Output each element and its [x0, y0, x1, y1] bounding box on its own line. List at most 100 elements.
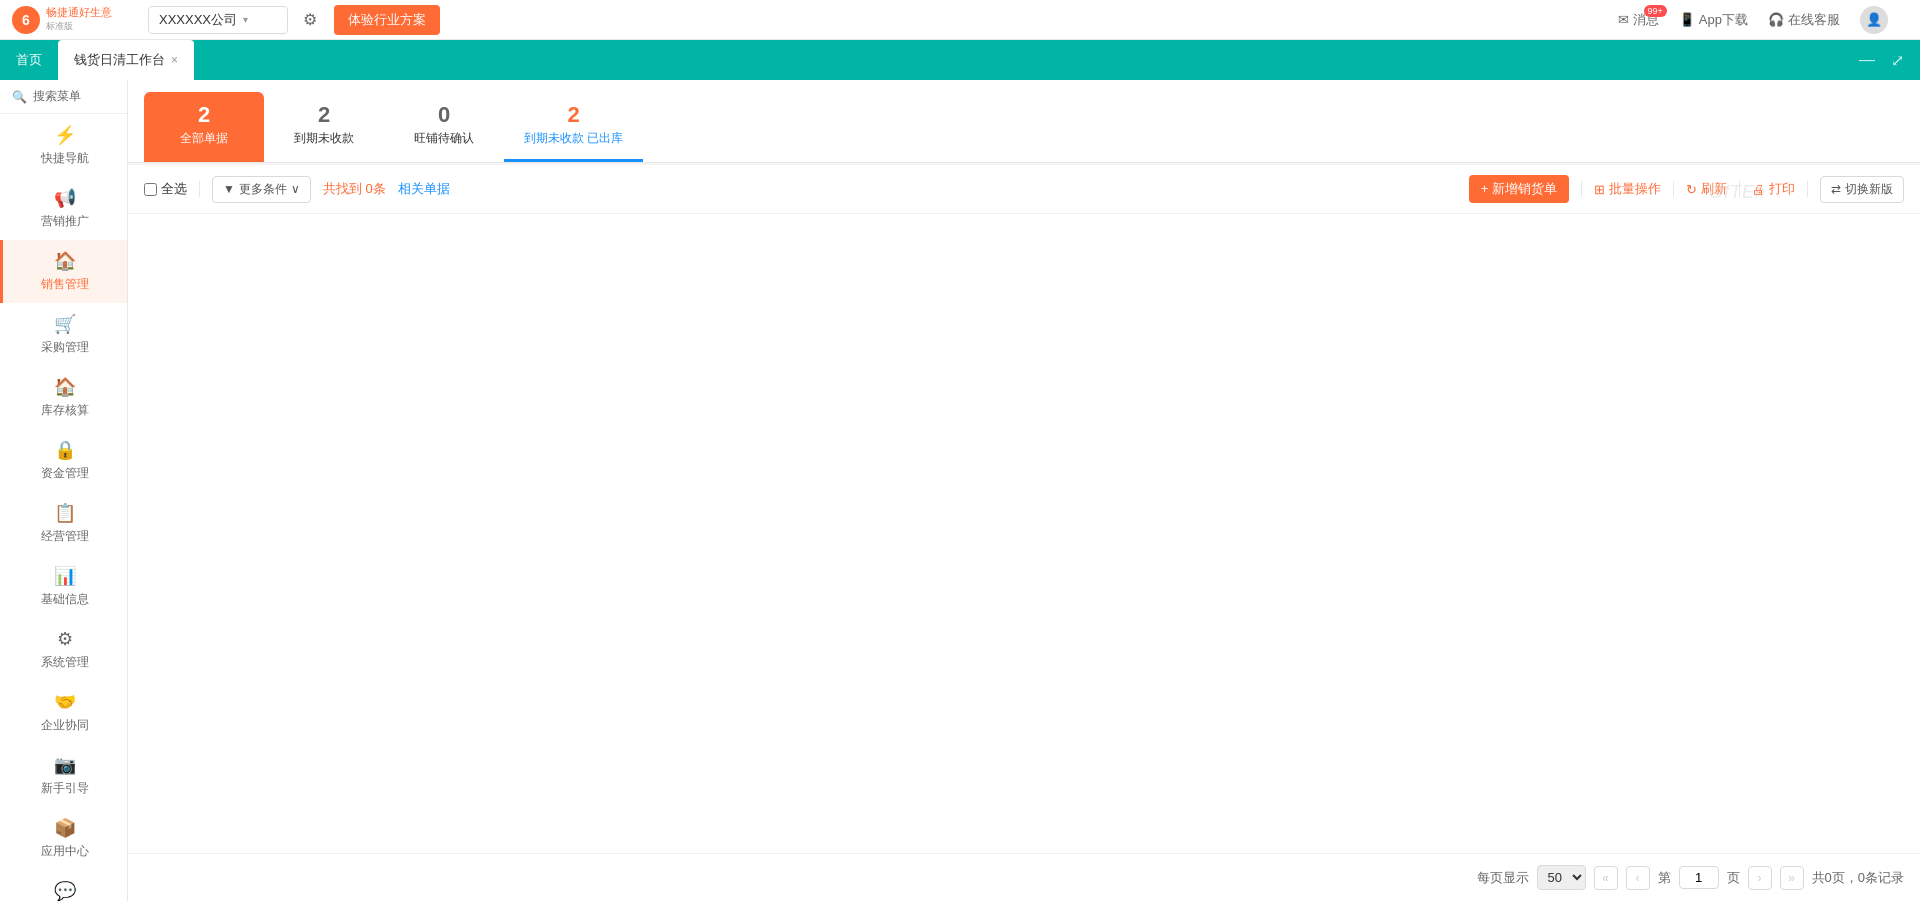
sidebar-item-sales[interactable]: 🏠 销售管理	[0, 240, 127, 303]
sidebar: 🔍 搜索菜单 ⚡ 快捷导航 📢 营销推广 🏠 销售管理 🛒 采购管理 🏠 库存核…	[0, 80, 128, 901]
sidebar-item-system[interactable]: ⚙ 系统管理	[0, 618, 127, 681]
sidebar-label-inventory: 库存核算	[41, 402, 89, 419]
top-bar: 6 畅捷通好生意 标准版 XXXXXX公司 ▾ ⚙ 体验行业方案 ✉ 消息 99…	[0, 0, 1920, 40]
sidebar-label-basic-info: 基础信息	[41, 591, 89, 608]
sidebar-item-quick-nav[interactable]: ⚡ 快捷导航	[0, 114, 127, 177]
tab-workbench[interactable]: 钱货日清工作台 ×	[58, 40, 194, 80]
toolbar-right: + 新增销货单 ⊞ 批量操作 ↻ 刷新 🖨 打印 ⇄	[1469, 175, 1904, 203]
tab-home[interactable]: 首页	[0, 40, 58, 80]
user-icon: 👤	[1866, 12, 1882, 27]
sidebar-item-app-center[interactable]: 📦 应用中心	[0, 807, 127, 870]
logo-icon: 6	[12, 6, 40, 34]
stat-tab-pending-confirm[interactable]: 0 旺铺待确认	[384, 92, 504, 162]
app-download-label: App下载	[1699, 11, 1748, 29]
stat-tab-all[interactable]: 2 全部单据	[144, 92, 264, 162]
wechat-icon: 💬	[54, 880, 76, 901]
logo-badge: 标准版	[46, 20, 112, 33]
sidebar-label-enterprise: 企业协同	[41, 717, 89, 734]
select-all-checkbox[interactable]	[144, 183, 157, 196]
search-menu-button[interactable]: 🔍 搜索菜单	[0, 80, 127, 114]
found-count-number: 0	[366, 181, 373, 196]
finance-icon: 🔒	[54, 439, 76, 461]
stat-all-label: 全部单据	[164, 130, 244, 147]
inventory-icon: 🏠	[54, 376, 76, 398]
top-bar-right: ✉ 消息 99+ 📱 App下载 🎧 在线客服 👤	[1618, 6, 1908, 34]
basic-info-icon: 📊	[54, 565, 76, 587]
first-page-button[interactable]: «	[1594, 866, 1618, 890]
search-menu-label: 搜索菜单	[33, 88, 81, 105]
app-download-icon: 📱	[1679, 12, 1695, 27]
switch-icon: ⇄	[1831, 182, 1841, 196]
last-page-button[interactable]: »	[1780, 866, 1804, 890]
related-link[interactable]: 相关单据	[398, 180, 450, 198]
sidebar-item-operation[interactable]: 📋 经营管理	[0, 492, 127, 555]
system-icon: ⚙	[57, 628, 73, 650]
sidebar-item-finance[interactable]: 🔒 资金管理	[0, 429, 127, 492]
add-sales-order-button[interactable]: + 新增销货单	[1469, 175, 1569, 203]
switch-version-button[interactable]: ⇄ 切换新版	[1820, 176, 1904, 203]
page-number-input[interactable]	[1679, 866, 1719, 889]
marketing-icon: 📢	[54, 187, 76, 209]
logo-text-area: 畅捷通好生意 标准版	[46, 6, 112, 32]
app-center-icon: 📦	[54, 817, 76, 839]
app-download-button[interactable]: 📱 App下载	[1679, 11, 1748, 29]
stat-overdue-number: 2	[284, 102, 364, 128]
stat-tab-overdue-unpaid[interactable]: 2 到期未收款	[264, 92, 384, 162]
home-tab-label: 首页	[16, 51, 42, 69]
sidebar-item-enterprise[interactable]: 🤝 企业协同	[0, 681, 127, 744]
next-page-button[interactable]: ›	[1748, 866, 1772, 890]
sidebar-item-basic-info[interactable]: 📊 基础信息	[0, 555, 127, 618]
filter-icon: ▼	[223, 182, 235, 196]
toolbar-divider-3	[1673, 181, 1674, 197]
stat-pending-number: 0	[404, 102, 484, 128]
guide-icon: 📷	[54, 754, 76, 776]
quick-nav-icon: ⚡	[54, 124, 76, 146]
notification-badge: 99+	[1644, 5, 1667, 17]
stat-tab-overdue-unshipped[interactable]: 2 到期未收款 已出库	[504, 92, 643, 162]
print-label: 打印	[1769, 180, 1795, 198]
sidebar-item-guide[interactable]: 📷 新手引导	[0, 744, 127, 807]
avatar[interactable]: 👤	[1860, 6, 1888, 34]
sidebar-label-operation: 经营管理	[41, 528, 89, 545]
purchase-icon: 🛒	[54, 313, 76, 335]
pagination-bar: 每页显示 50 « ‹ 第 页 › » 共0页，0条记录	[128, 853, 1920, 901]
maximize-button[interactable]: ⤢	[1887, 47, 1908, 74]
online-service-button[interactable]: 🎧 在线客服	[1768, 11, 1840, 29]
batch-label: 批量操作	[1609, 180, 1661, 198]
batch-icon: ⊞	[1594, 182, 1605, 197]
batch-operations-button[interactable]: ⊞ 批量操作	[1594, 180, 1661, 198]
company-name: XXXXXX公司	[159, 11, 237, 29]
prev-page-button[interactable]: ‹	[1626, 866, 1650, 890]
sidebar-item-wechat[interactable]: 💬 企业微信	[0, 870, 127, 901]
message-icon: ✉	[1618, 12, 1629, 27]
tab-close-icon[interactable]: ×	[171, 53, 178, 67]
chevron-down-icon: ▾	[243, 14, 248, 25]
sidebar-item-purchase[interactable]: 🛒 采购管理	[0, 303, 127, 366]
content-area: 2 全部单据 2 到期未收款 0 旺铺待确认 2 到期未收款 已出库 全选	[128, 80, 1920, 901]
sales-icon: 🏠	[54, 250, 76, 272]
sidebar-label-sales: 销售管理	[41, 276, 89, 293]
settings-button[interactable]: ⚙	[296, 6, 324, 34]
experience-button[interactable]: 体验行业方案	[334, 5, 440, 35]
sidebar-item-inventory[interactable]: 🏠 库存核算	[0, 366, 127, 429]
toolbar-divider-5	[1807, 181, 1808, 197]
message-button[interactable]: ✉ 消息 99+	[1618, 11, 1659, 29]
stat-unshipped-number: 2	[524, 102, 623, 128]
toolbar-divider-2	[1581, 181, 1582, 197]
operation-icon: 📋	[54, 502, 76, 524]
per-page-select[interactable]: 50	[1537, 865, 1586, 890]
select-all-area[interactable]: 全选	[144, 180, 187, 198]
company-selector[interactable]: XXXXXX公司 ▾	[148, 6, 288, 34]
sidebar-label-marketing: 营销推广	[41, 213, 89, 230]
logo-text: 畅捷通好生意	[46, 6, 112, 19]
sidebar-label-purchase: 采购管理	[41, 339, 89, 356]
minimize-button[interactable]: —	[1855, 47, 1879, 73]
filter-button[interactable]: ▼ 更多条件 ∨	[212, 176, 311, 203]
toolbar: 全选 ▼ 更多条件 ∨ 共找到 0条 相关单据 + 新增销货单 ⊞ 批量操作	[128, 165, 1920, 214]
headset-icon: 🎧	[1768, 12, 1784, 27]
select-all-label: 全选	[161, 180, 187, 198]
sidebar-label-app-center: 应用中心	[41, 843, 89, 860]
stat-all-number: 2	[164, 102, 244, 128]
sidebar-item-marketing[interactable]: 📢 营销推广	[0, 177, 127, 240]
filter-label: 更多条件	[239, 181, 287, 198]
